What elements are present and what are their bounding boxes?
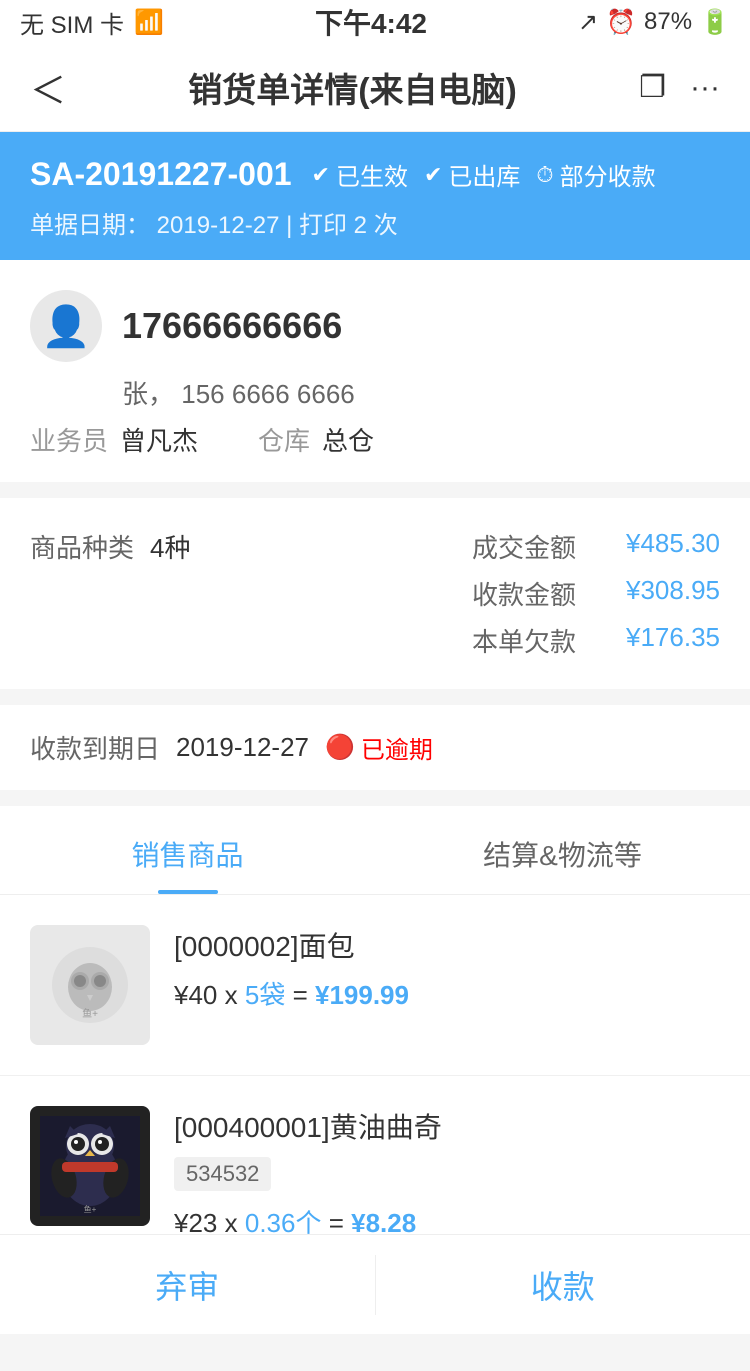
product-name-2: [000400001]黄油曲奇 [174, 1106, 720, 1146]
sales-label: 业务员 [30, 421, 108, 458]
print-info: | 打印 2 次 [286, 212, 398, 239]
banner-top: SA-20191227-001 ✔ 已生效 ✔ 已出库 ⏱ 部分收款 [30, 156, 720, 193]
order-id: SA-20191227-001 [30, 156, 292, 193]
multiply-1: x [225, 980, 245, 1010]
avatar-icon: 👤 [41, 303, 91, 350]
sales-value: 曾凡杰 [120, 421, 198, 458]
cancel-button[interactable]: 弃审 [0, 1235, 375, 1334]
banner-date-info: 单据日期： 2019-12-27 | 打印 2 次 [30, 205, 720, 240]
check-icon-1: ✔ [312, 162, 330, 188]
page-title: 销货单详情(来自电脑) [188, 63, 517, 112]
product-type: 商品种类 4种 [30, 528, 456, 565]
bottom-bar: 弃审 收款 [0, 1234, 750, 1334]
customer-meta: 业务员 曾凡杰 仓库 总仓 [30, 421, 720, 458]
debt-value: ¥176.35 [600, 622, 720, 659]
customer-name-phone: 张， 156 6666 6666 [30, 374, 720, 411]
battery-icon: 🔋 [700, 8, 730, 37]
total-1: ¥199.99 [315, 980, 409, 1010]
product-info-2: [000400001]黄油曲奇 534532 ¥23 x 0.36个 = ¥8.… [174, 1106, 720, 1240]
back-button[interactable]: ＜ [30, 62, 66, 114]
status-tag-partial: ⏱ 部分收款 [536, 157, 655, 192]
tab-section: 销售商品 结算&物流等 [0, 806, 750, 895]
status-bar: 无 SIM 卡 📶 下午4:42 ↗ ⏰ 87% 🔋 [0, 0, 750, 44]
product-sku-2: 534532 [174, 1157, 271, 1191]
received-label: 收款金额 [456, 575, 576, 612]
status-right: ↗ ⏰ 87% 🔋 [578, 8, 730, 37]
nav-actions: ❐ ··· [639, 70, 720, 105]
svg-text:鱼+: 鱼+ [82, 1007, 98, 1020]
qty-1: 5袋 [245, 980, 285, 1010]
tab-settlement[interactable]: 结算&物流等 [375, 806, 750, 894]
meta-sales: 业务员 曾凡杰 [30, 421, 198, 458]
svg-text:鱼+: 鱼+ [84, 1204, 97, 1214]
equals-1: = [293, 980, 315, 1010]
carrier-text: 无 SIM 卡 [20, 5, 124, 40]
order-date: 2019-12-27 [157, 212, 280, 239]
customer-id: 17666666666 [122, 305, 342, 347]
debt-amount-row: 本单欠款 ¥176.35 [456, 622, 720, 659]
warehouse-label: 仓库 [258, 421, 310, 458]
avatar: 👤 [30, 290, 102, 362]
due-date: 2019-12-27 [176, 732, 309, 763]
product-type-count: 4种 [150, 528, 190, 565]
battery-text: 87% [644, 8, 692, 36]
deal-amount-label: 成交金额 [456, 528, 576, 565]
customer-section: 👤 17666666666 张， 156 6666 6666 业务员 曾凡杰 仓… [0, 260, 750, 482]
alarm-icon: ⏰ [606, 8, 636, 37]
product-type-label: 商品种类 [30, 528, 134, 565]
owl-product-image: 鱼+ [40, 1116, 140, 1216]
overdue-badge: 🔴 已逾期 [325, 730, 433, 765]
warehouse-value: 总仓 [322, 421, 374, 458]
confirm-button[interactable]: 收款 [376, 1235, 750, 1334]
price-1: ¥40 [174, 980, 217, 1010]
debt-label: 本单欠款 [456, 622, 576, 659]
status-tag-shipped: ✔ 已出库 [424, 157, 520, 192]
due-label: 收款到期日 [30, 729, 160, 766]
wifi-icon: 📶 [134, 8, 164, 37]
amount-details: 成交金额 ¥485.30 收款金额 ¥308.95 本单欠款 ¥176.35 [456, 528, 720, 659]
product-list: 鱼+ [0000002]面包 ¥40 x 5袋 = ¥199.99 [0, 895, 750, 1271]
customer-name: 张， [122, 379, 174, 409]
overdue-text: 已逾期 [361, 730, 433, 765]
deal-amount-row: 成交金额 ¥485.30 [456, 528, 720, 565]
amount-section: 商品种类 4种 成交金额 ¥485.30 收款金额 ¥308.95 本单欠款 ¥… [0, 498, 750, 689]
product-price-1: ¥40 x 5袋 = ¥199.99 [174, 975, 720, 1012]
status-tag-effective: ✔ 已生效 [312, 157, 408, 192]
overdue-icon: 🔴 [325, 733, 355, 762]
product-thumbnail-2: 鱼+ [30, 1106, 150, 1226]
tab-sales-products[interactable]: 销售商品 [0, 806, 375, 894]
owl-icon-placeholder: 鱼+ [50, 945, 130, 1025]
received-amount-row: 收款金额 ¥308.95 [456, 575, 720, 612]
product-info-1: [0000002]面包 ¥40 x 5袋 = ¥199.99 [174, 925, 720, 1012]
clock-icon: ⏱ [536, 162, 553, 188]
date-label: 单据日期： [30, 212, 150, 239]
deal-amount-value: ¥485.30 [600, 528, 720, 565]
received-value: ¥308.95 [600, 575, 720, 612]
more-icon[interactable]: ··· [690, 71, 720, 105]
status-partial-label: 部分收款 [560, 157, 656, 192]
tab-sales-label: 销售商品 [131, 840, 243, 871]
status-left: 无 SIM 卡 📶 [20, 5, 164, 40]
location-icon: ↗ [578, 8, 598, 37]
order-header-banner: SA-20191227-001 ✔ 已生效 ✔ 已出库 ⏱ 部分收款 单据日期：… [0, 132, 750, 260]
customer-row: 👤 17666666666 [30, 290, 720, 362]
status-shipped-label: 已出库 [448, 157, 520, 192]
meta-warehouse: 仓库 总仓 [258, 421, 374, 458]
check-icon-2: ✔ [424, 162, 442, 188]
list-item: 鱼+ [0000002]面包 ¥40 x 5袋 = ¥199.99 [0, 895, 750, 1076]
due-date-section: 收款到期日 2019-12-27 🔴 已逾期 [0, 705, 750, 790]
status-time: 下午4:42 [315, 2, 427, 42]
product-thumbnail-1: 鱼+ [30, 925, 150, 1045]
status-effective-label: 已生效 [336, 157, 408, 192]
customer-phone: 156 6666 6666 [181, 379, 355, 409]
status-tags: ✔ 已生效 ✔ 已出库 ⏱ 部分收款 [312, 157, 656, 192]
export-icon[interactable]: ❐ [639, 70, 666, 105]
product-name-1: [0000002]面包 [174, 925, 720, 965]
thumb-placeholder-1: 鱼+ [30, 925, 150, 1045]
tab-settlement-label: 结算&物流等 [483, 840, 642, 871]
nav-bar: ＜ 销货单详情(来自电脑) ❐ ··· [0, 44, 750, 132]
